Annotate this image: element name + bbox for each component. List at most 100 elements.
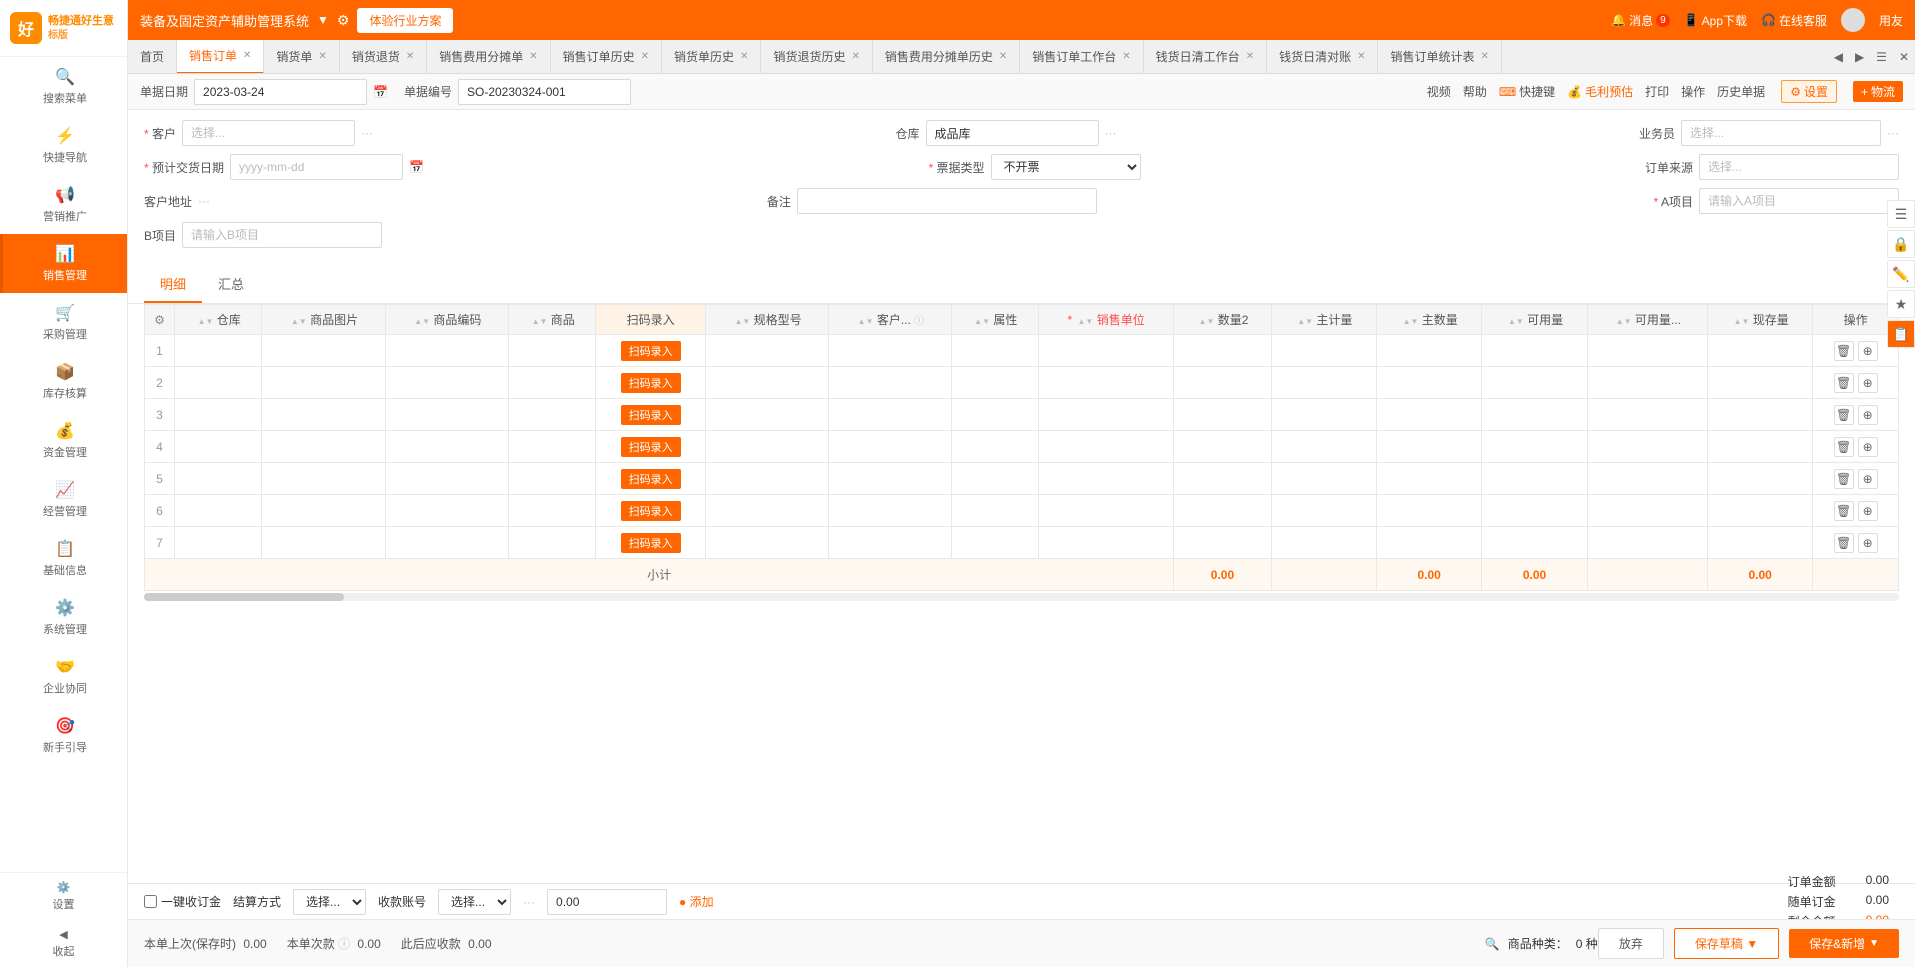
tab-nav-right[interactable]: ▶ bbox=[1849, 40, 1870, 74]
row-7-main-qty[interactable] bbox=[1376, 527, 1481, 559]
settlement-select[interactable]: 选择... bbox=[293, 889, 366, 915]
copy-btn-5[interactable]: ⊕ bbox=[1858, 469, 1878, 489]
row-1-code[interactable] bbox=[385, 335, 508, 367]
scan-btn-5[interactable]: 扫码录入 bbox=[621, 469, 681, 489]
copy-btn-6[interactable]: ⊕ bbox=[1858, 501, 1878, 521]
row-7-spec[interactable] bbox=[705, 527, 828, 559]
sidebar-item-资金管理[interactable]: 💰资金管理 bbox=[0, 411, 127, 470]
copy-btn-1[interactable]: ⊕ bbox=[1858, 341, 1878, 361]
sidebar-settings[interactable]: ⚙️设置 bbox=[0, 873, 127, 920]
calendar-icon[interactable]: 📅 bbox=[373, 85, 388, 99]
row-5-scan[interactable]: 扫码录入 bbox=[596, 463, 706, 495]
row-4-product[interactable] bbox=[509, 431, 596, 463]
copy-btn-7[interactable]: ⊕ bbox=[1858, 533, 1878, 553]
sidebar-collapse[interactable]: ◀收起 bbox=[0, 920, 127, 967]
customer-address-more-icon[interactable]: ··· bbox=[198, 194, 210, 208]
row-4-available2[interactable] bbox=[1587, 431, 1707, 463]
tab-8[interactable]: 销售费用分摊单历史✕ bbox=[873, 40, 1020, 74]
toolbar-action-5[interactable]: 操作 bbox=[1681, 83, 1705, 100]
row-3-warehouse[interactable] bbox=[175, 399, 262, 431]
row-2-unit[interactable] bbox=[1038, 367, 1173, 399]
row-2-main-qty[interactable] bbox=[1376, 367, 1481, 399]
row-5-code[interactable] bbox=[385, 463, 508, 495]
row-3-spec[interactable] bbox=[705, 399, 828, 431]
row-5-attr[interactable] bbox=[951, 463, 1038, 495]
salesperson-more-icon[interactable]: ··· bbox=[1887, 126, 1899, 140]
row-7-warehouse[interactable] bbox=[175, 527, 262, 559]
delete-btn-2[interactable]: 🗑 bbox=[1834, 373, 1854, 393]
row-7-main-unit[interactable] bbox=[1271, 527, 1376, 559]
invoice-type-select[interactable]: 不开票 增值税专用发票 增值税普通发票 bbox=[991, 154, 1141, 180]
abandon-button[interactable]: 放弃 bbox=[1598, 928, 1664, 959]
scan-btn-6[interactable]: 扫码录入 bbox=[621, 501, 681, 521]
float-btn-5[interactable]: 📋 bbox=[1887, 320, 1915, 348]
row-7-product[interactable] bbox=[509, 527, 596, 559]
toolbar-action-1[interactable]: 帮助 bbox=[1463, 83, 1487, 100]
row-1-warehouse[interactable] bbox=[175, 335, 262, 367]
row-7-scan[interactable]: 扫码录入 bbox=[596, 527, 706, 559]
row-6-spec[interactable] bbox=[705, 495, 828, 527]
tab-4[interactable]: 销售费用分摊单✕ bbox=[427, 40, 550, 74]
delete-btn-1[interactable]: 🗑 bbox=[1834, 341, 1854, 361]
row-5-current[interactable] bbox=[1708, 463, 1813, 495]
scan-btn-2[interactable]: 扫码录入 bbox=[621, 373, 681, 393]
add-goods-button[interactable]: + 物流 bbox=[1853, 81, 1903, 102]
row-4-qty2[interactable] bbox=[1174, 431, 1271, 463]
row-2-attr[interactable] bbox=[951, 367, 1038, 399]
row-4-attr[interactable] bbox=[951, 431, 1038, 463]
row-5-main-unit[interactable] bbox=[1271, 463, 1376, 495]
row-4-current[interactable] bbox=[1708, 431, 1813, 463]
row-1-available2[interactable] bbox=[1587, 335, 1707, 367]
copy-btn-2[interactable]: ⊕ bbox=[1858, 373, 1878, 393]
row-3-customer-code[interactable] bbox=[829, 399, 951, 431]
sidebar-item-库存核算[interactable]: 📦库存核算 bbox=[0, 352, 127, 411]
sidebar-item-搜索菜单[interactable]: 🔍搜索菜单 bbox=[0, 57, 127, 116]
tab-close-2[interactable]: ✕ bbox=[318, 51, 326, 62]
row-7-unit[interactable] bbox=[1038, 527, 1173, 559]
row-3-unit[interactable] bbox=[1038, 399, 1173, 431]
delete-btn-5[interactable]: 🗑 bbox=[1834, 469, 1854, 489]
save-draft-button[interactable]: 保存草稿 ▼ bbox=[1674, 928, 1779, 959]
row-2-current[interactable] bbox=[1708, 367, 1813, 399]
row-1-scan[interactable]: 扫码录入 bbox=[596, 335, 706, 367]
tab-close-5[interactable]: ✕ bbox=[641, 51, 649, 62]
warehouse-input[interactable] bbox=[926, 120, 1099, 146]
row-5-spec[interactable] bbox=[705, 463, 828, 495]
tab-close-3[interactable]: ✕ bbox=[406, 51, 414, 62]
row-1-spec[interactable] bbox=[705, 335, 828, 367]
row-6-warehouse[interactable] bbox=[175, 495, 262, 527]
row-5-customer-code[interactable] bbox=[829, 463, 951, 495]
row-5-qty2[interactable] bbox=[1174, 463, 1271, 495]
scan-btn-7[interactable]: 扫码录入 bbox=[621, 533, 681, 553]
tab-10[interactable]: 钱货日清工作台✕ bbox=[1144, 40, 1267, 74]
row-2-code[interactable] bbox=[385, 367, 508, 399]
row-7-available2[interactable] bbox=[1587, 527, 1707, 559]
scan-btn-4[interactable]: 扫码录入 bbox=[621, 437, 681, 457]
app-download-button[interactable]: 📱 App下载 bbox=[1684, 12, 1747, 29]
sidebar-item-企业协同[interactable]: 🤝企业协同 bbox=[0, 647, 127, 706]
row-2-available2[interactable] bbox=[1587, 367, 1707, 399]
row-1-attr[interactable] bbox=[951, 335, 1038, 367]
float-btn-2[interactable]: 🔒 bbox=[1887, 230, 1915, 258]
row-1-unit[interactable] bbox=[1038, 335, 1173, 367]
row-6-available2[interactable] bbox=[1587, 495, 1707, 527]
row-3-available[interactable] bbox=[1482, 399, 1587, 431]
row-4-main-qty[interactable] bbox=[1376, 431, 1481, 463]
customer-more-icon[interactable]: ··· bbox=[361, 126, 373, 140]
system-dropdown-icon[interactable]: ▼ bbox=[317, 13, 329, 27]
row-5-main-qty[interactable] bbox=[1376, 463, 1481, 495]
user-name-button[interactable]: 用友 bbox=[1879, 12, 1903, 29]
payment-amount-input[interactable] bbox=[547, 889, 667, 915]
settings-gear-icon[interactable]: ⚙ bbox=[337, 12, 350, 29]
row-6-product[interactable] bbox=[509, 495, 596, 527]
tab-nav-menu[interactable]: ☰ bbox=[1870, 40, 1893, 74]
delete-btn-3[interactable]: 🗑 bbox=[1834, 405, 1854, 425]
copy-btn-4[interactable]: ⊕ bbox=[1858, 437, 1878, 457]
tab-summary[interactable]: 汇总 bbox=[202, 266, 260, 303]
row-2-main-unit[interactable] bbox=[1271, 367, 1376, 399]
row-5-unit[interactable] bbox=[1038, 463, 1173, 495]
scrollbar-thumb[interactable] bbox=[144, 593, 344, 601]
tab-1[interactable]: 销售订单✕ bbox=[177, 40, 264, 74]
tab-12[interactable]: 销售订单统计表✕ bbox=[1378, 40, 1501, 74]
toolbar-action-6[interactable]: 历史单据 bbox=[1717, 83, 1765, 100]
